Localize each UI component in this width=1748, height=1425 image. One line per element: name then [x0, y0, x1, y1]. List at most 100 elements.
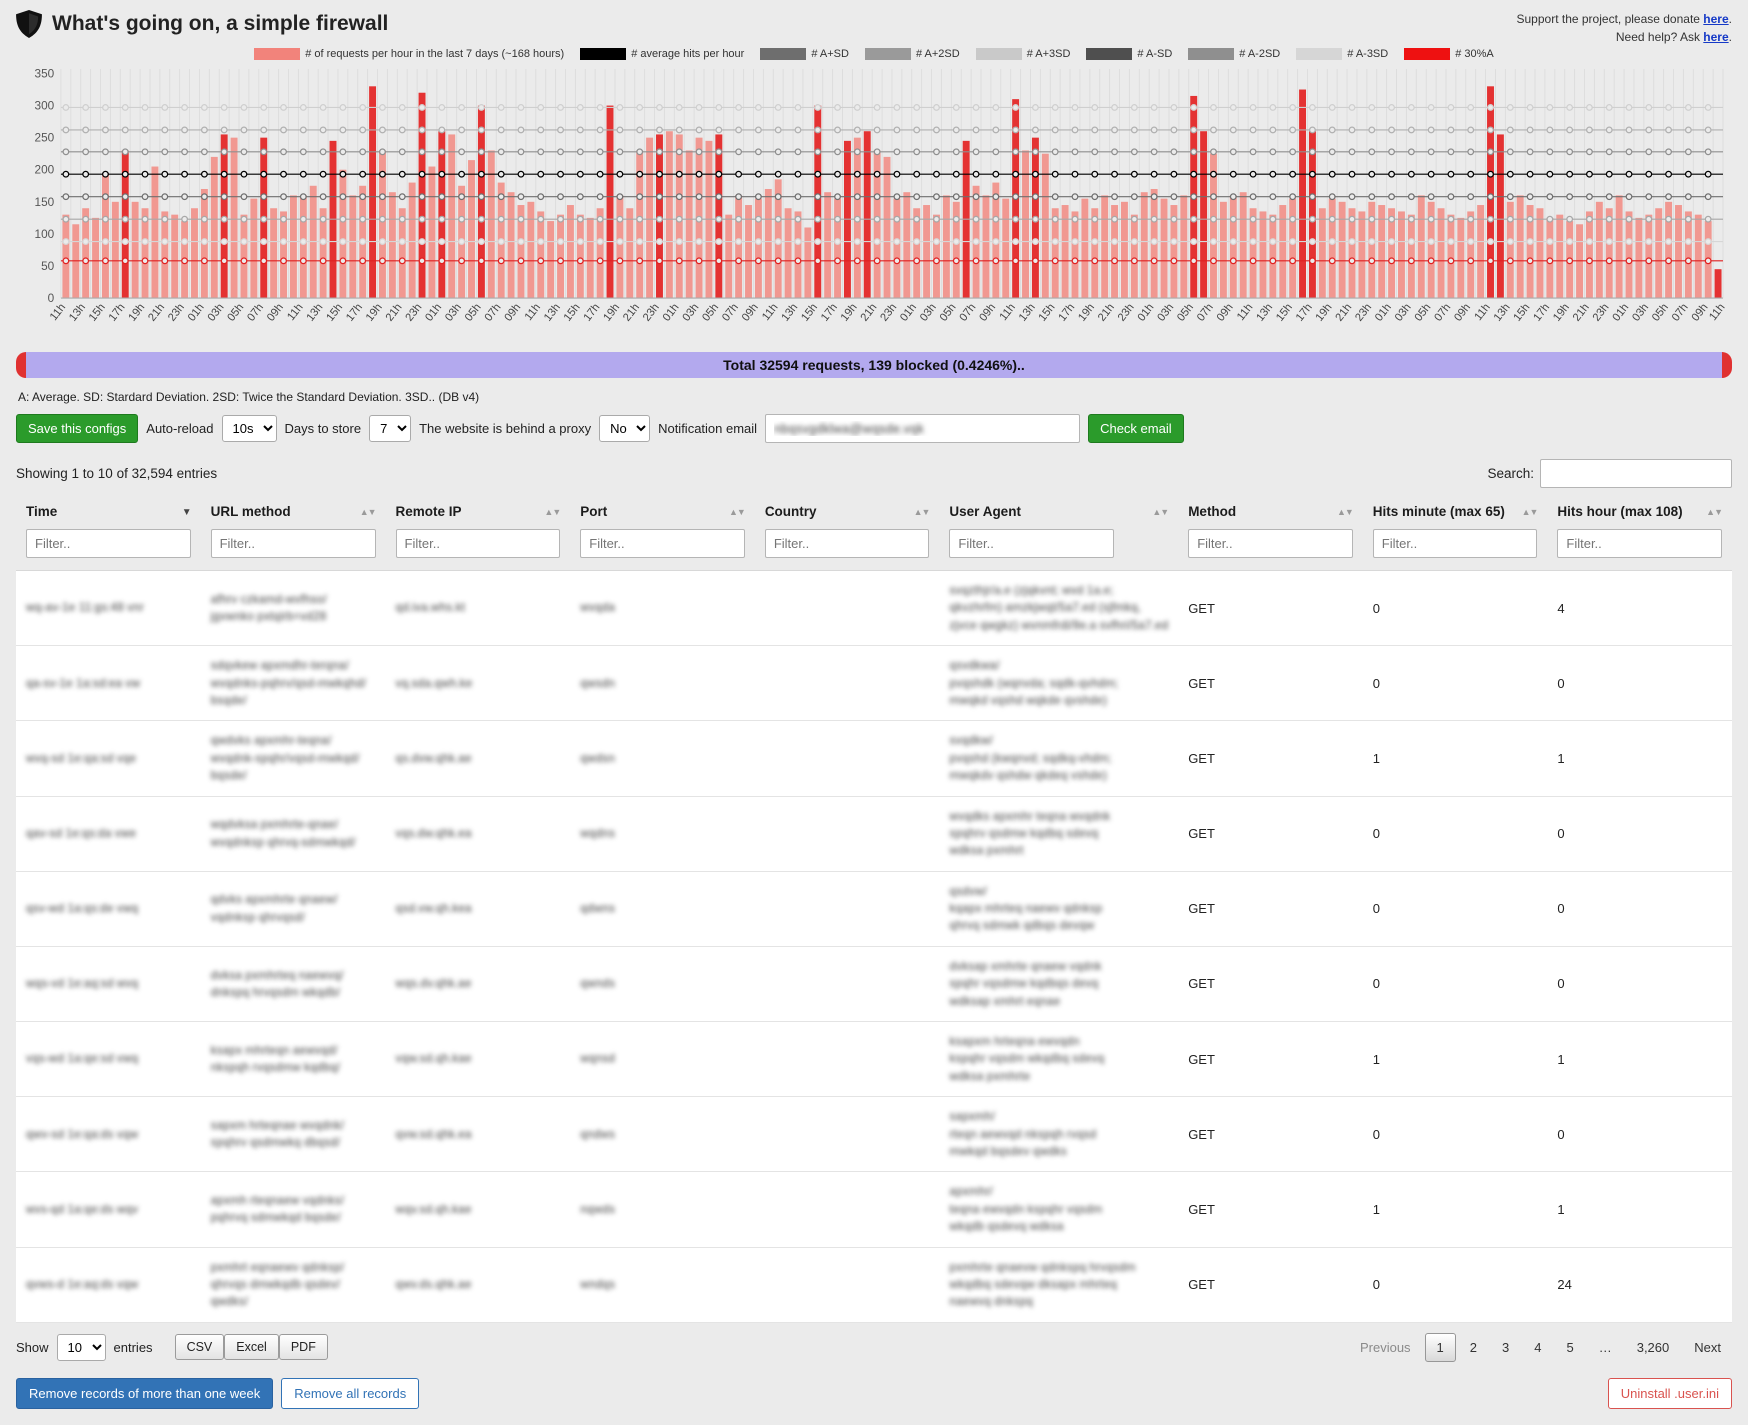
- filter-input-hits-hour-max-108-[interactable]: [1557, 528, 1722, 558]
- column-header-hits-hour-max-108-[interactable]: Hits hour (max 108) ▲▼: [1547, 496, 1732, 527]
- cell-remote-ip: qs.dvw.qhk.ae: [386, 721, 571, 796]
- sort-icons: ▲▼: [1336, 506, 1354, 517]
- cell-country: [755, 1022, 940, 1097]
- pagination-page-3[interactable]: 3: [1491, 1334, 1520, 1361]
- cell-url-method: afhrv czkamd-wvfhso/jgvwnko pxtqirb=vd28: [201, 570, 386, 645]
- svg-text:21h: 21h: [859, 302, 880, 324]
- filter-input-url-method[interactable]: [210, 528, 376, 558]
- svg-text:150: 150: [35, 196, 55, 209]
- cell-method: GET: [1188, 976, 1215, 992]
- export-csv-button[interactable]: CSV: [174, 1334, 225, 1361]
- pagination-previous[interactable]: Previous: [1349, 1334, 1422, 1361]
- redacted-text: qav-sd 1e:qs:da vwe: [26, 825, 137, 840]
- records-table: Time ▼ URL method ▲▼ Remote IP ▲▼ Port ▲▼ Countr…: [16, 496, 1732, 1323]
- remove-all-records-button[interactable]: Remove all records: [281, 1377, 420, 1409]
- column-header-url-method[interactable]: URL method ▲▼: [201, 496, 386, 527]
- export-buttons: CSV Excel PDF: [174, 1334, 328, 1361]
- redacted-text: ksapxm hrteqna ewvqdn: [949, 1034, 1080, 1049]
- cell-url-method: qdvks apxmhrte qnaew/vqdnksp qhrvqsd/: [201, 871, 386, 946]
- cell-remote-ip: wqs.dv.qhk.ae: [386, 946, 571, 1021]
- filter-input-country[interactable]: [764, 528, 930, 558]
- filter-input-user-agent[interactable]: [949, 528, 1115, 558]
- svg-text:23h: 23h: [1116, 302, 1137, 324]
- save-configs-button[interactable]: Save this configs: [16, 413, 139, 443]
- column-label: Hits minute (max 65): [1372, 503, 1505, 519]
- cell-port: wvqda: [570, 570, 755, 645]
- cell-remote-ip: qd.iva.whs.kt: [386, 570, 571, 645]
- svg-text:50: 50: [41, 260, 55, 273]
- export-pdf-button[interactable]: PDF: [278, 1334, 328, 1361]
- pagination-page-3260[interactable]: 3,260: [1626, 1334, 1681, 1361]
- cell-hits-hour: 0: [1557, 826, 1565, 842]
- filter-input-hits-minute-max-65-[interactable]: [1372, 528, 1538, 558]
- autoreload-label: Auto-reload: [146, 420, 214, 436]
- redacted-text: jgvwnko pxtqirb=vd28: [210, 609, 327, 624]
- cell-hits-minute: 1: [1372, 750, 1381, 766]
- search-wrap: Search:: [1487, 458, 1732, 488]
- autoreload-select[interactable]: 10s: [221, 414, 277, 442]
- page-length-select[interactable]: 10: [56, 1333, 106, 1361]
- search-input[interactable]: [1540, 458, 1732, 488]
- redacted-text: qs.dvw.qhk.ae: [395, 750, 472, 765]
- column-header-remote-ip[interactable]: Remote IP ▲▼: [386, 496, 571, 527]
- cell-hits-minute: 0: [1372, 901, 1381, 917]
- svg-text:23h: 23h: [1353, 302, 1374, 324]
- pagination-page-2[interactable]: 2: [1459, 1334, 1488, 1361]
- column-header-country[interactable]: Country ▲▼: [755, 496, 940, 527]
- uninstall-userini-button[interactable]: Uninstall .user.ini: [1607, 1377, 1732, 1409]
- support-text: Support the project, please donate: [1516, 12, 1704, 26]
- remove-week-records-button[interactable]: Remove records of more than one week: [16, 1377, 274, 1409]
- svg-text:13h: 13h: [542, 302, 563, 324]
- url-lines: qdvks apxmhrte qnaew/vqdnksp qhrvqsd/: [211, 891, 376, 926]
- table-left-controls: Show 10 entries CSV Excel PDF: [16, 1333, 328, 1361]
- svg-text:23h: 23h: [878, 302, 899, 324]
- cell-method: GET: [1188, 1051, 1215, 1067]
- cell-country: [755, 1172, 940, 1247]
- column-header-hits-minute-max-65-[interactable]: Hits minute (max 65) ▲▼: [1363, 496, 1548, 527]
- pagination-page-5[interactable]: 5: [1555, 1334, 1584, 1361]
- pagination-next[interactable]: Next: [1683, 1334, 1732, 1361]
- pagination-page-4[interactable]: 4: [1523, 1334, 1552, 1361]
- cell-remote-ip: qwv.ds.qhk.ae: [386, 1247, 571, 1322]
- filter-input-remote-ip[interactable]: [395, 528, 561, 558]
- legend-item: # average hits per hour: [580, 48, 744, 60]
- svg-text:23h: 23h: [1591, 302, 1612, 324]
- donate-link[interactable]: here: [1703, 12, 1728, 26]
- export-excel-button[interactable]: Excel: [224, 1334, 279, 1361]
- help-suffix: .: [1728, 30, 1732, 44]
- notification-email-input[interactable]: [765, 413, 1081, 443]
- pagination-page-1[interactable]: 1: [1424, 1332, 1456, 1362]
- check-email-button[interactable]: Check email: [1088, 413, 1184, 443]
- column-header-method[interactable]: Method ▲▼: [1178, 496, 1363, 527]
- svg-text:05h: 05h: [463, 302, 484, 324]
- svg-text:11h: 11h: [998, 302, 1018, 323]
- redacted-text: qwsdn: [580, 675, 615, 690]
- column-header-port[interactable]: Port ▲▼: [570, 496, 755, 527]
- filter-input-port[interactable]: [580, 528, 745, 558]
- table-head: Time ▼ URL method ▲▼ Remote IP ▲▼ Port ▲▼ Countr…: [16, 496, 1732, 571]
- redacted-text: bsqde/: [210, 692, 247, 707]
- filter-input-method[interactable]: [1188, 528, 1353, 558]
- svg-text:350: 350: [35, 67, 55, 80]
- svg-text:15h: 15h: [562, 302, 583, 324]
- table-row: wvq-sd 1e:qa:sd vqe qwdvks apxmhr-teqna/w…: [16, 720, 1732, 796]
- svg-text:0: 0: [48, 292, 55, 305]
- svg-text:21h: 21h: [384, 302, 405, 324]
- cell-country: [755, 871, 940, 946]
- column-header-user-agent[interactable]: User Agent ▲▼: [939, 496, 1178, 527]
- column-label: Remote IP: [395, 503, 462, 519]
- help-link[interactable]: here: [1703, 30, 1728, 44]
- cell-port: wqdns: [570, 796, 755, 871]
- svg-text:19h: 19h: [839, 302, 860, 324]
- svg-text:11h: 11h: [523, 302, 543, 323]
- svg-text:250: 250: [35, 132, 55, 145]
- redacted-text: vq.sda.qwh.ke: [395, 675, 473, 690]
- proxy-select[interactable]: No: [599, 414, 651, 442]
- days-to-store-select[interactable]: 7: [369, 414, 412, 442]
- filter-input-time[interactable]: [26, 528, 191, 558]
- column-header-time[interactable]: Time ▼: [16, 496, 201, 527]
- table-row: wvs-qd 1a:qe:ds wqv apxmh rteqnaew vqdnks…: [16, 1171, 1732, 1248]
- cell-time: qav-sd 1e:qs:da vwe: [16, 796, 201, 871]
- user-agent-lines: apxmhr/teqna ewvqdn kspqhr vqsdm wkqdb qs…: [949, 1183, 1168, 1235]
- column-label: Hits hour (max 108): [1557, 503, 1683, 519]
